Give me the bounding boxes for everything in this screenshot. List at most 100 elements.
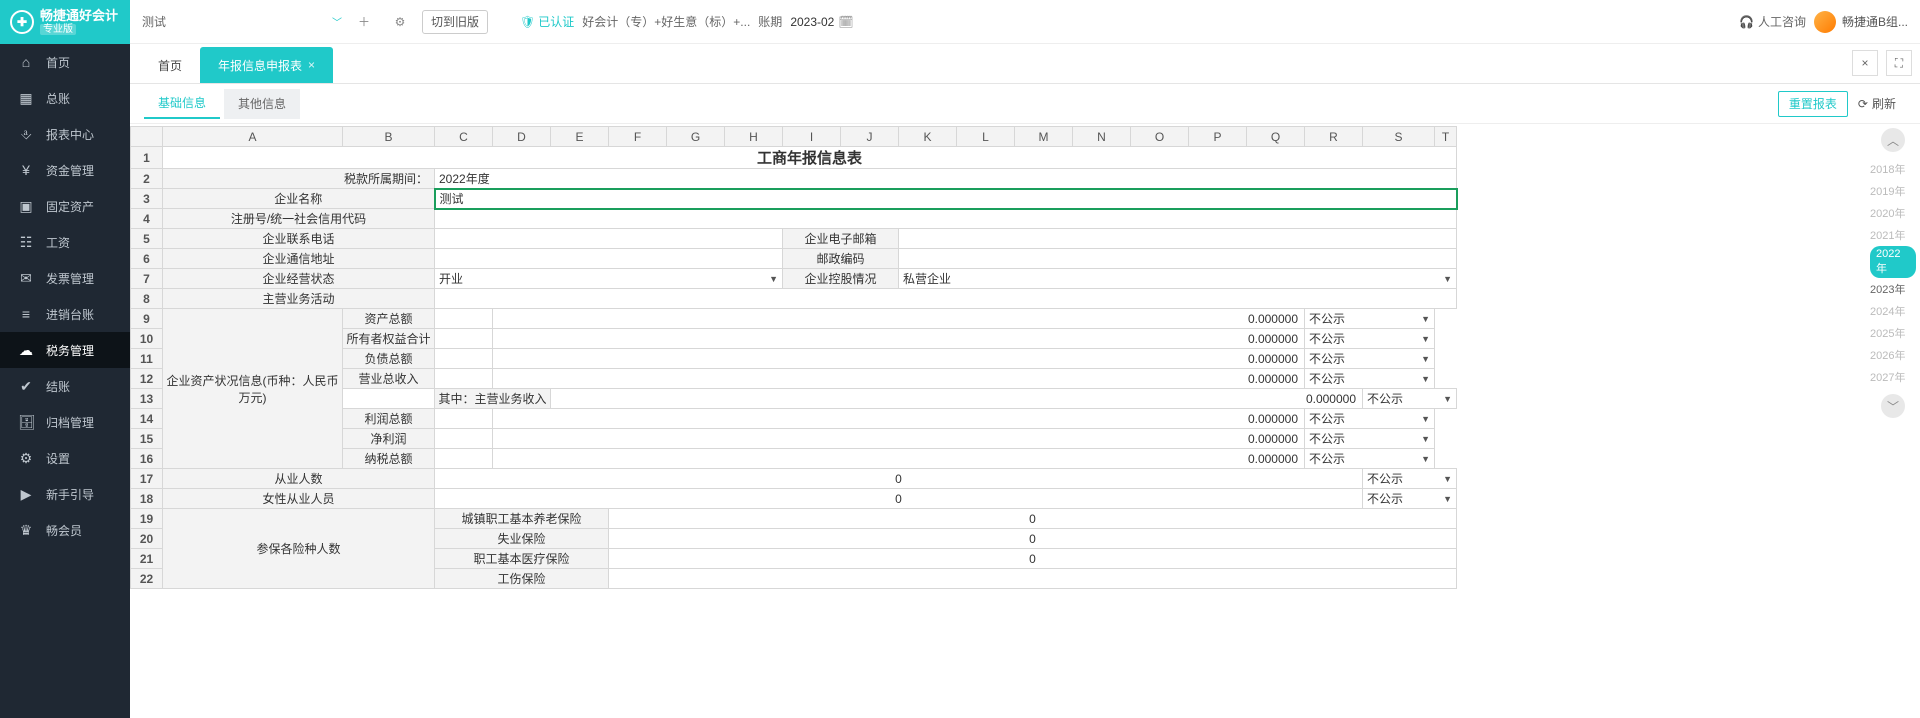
row-19[interactable]: 19 xyxy=(131,509,163,529)
col-F[interactable]: F xyxy=(609,127,667,147)
col-R[interactable]: R xyxy=(1305,127,1363,147)
dropdown-cell[interactable]: 不公示▼ xyxy=(1305,450,1434,467)
row-11[interactable]: 11 xyxy=(131,349,163,369)
nav-归档管理[interactable]: 🗄归档管理 xyxy=(0,404,130,440)
row-7[interactable]: 7 xyxy=(131,269,163,289)
year-2020年[interactable]: 2020年 xyxy=(1870,202,1916,224)
nav-结账[interactable]: ✔结账 xyxy=(0,368,130,404)
col-N[interactable]: N xyxy=(1073,127,1131,147)
fullscreen-button[interactable]: ⛶ xyxy=(1886,50,1912,76)
nav-新手引导[interactable]: ▶新手引导 xyxy=(0,476,130,512)
dropdown-cell[interactable]: 不公示▼ xyxy=(1363,490,1456,507)
row-10[interactable]: 10 xyxy=(131,329,163,349)
dropdown-cell[interactable]: 不公示▼ xyxy=(1305,350,1434,367)
row-14[interactable]: 14 xyxy=(131,409,163,429)
row-6[interactable]: 6 xyxy=(131,249,163,269)
col-E[interactable]: E xyxy=(551,127,609,147)
close-all-tabs-button[interactable]: × xyxy=(1852,50,1878,76)
dropdown-cell[interactable]: 私营企业▼ xyxy=(899,270,1456,287)
col-S[interactable]: S xyxy=(1363,127,1435,147)
row-16[interactable]: 16 xyxy=(131,449,163,469)
select-all-cell[interactable] xyxy=(131,127,163,147)
support-link[interactable]: 🎧 人工咨询 xyxy=(1739,13,1806,30)
col-D[interactable]: D xyxy=(493,127,551,147)
tab-home[interactable]: 首页 xyxy=(140,47,200,83)
col-O[interactable]: O xyxy=(1131,127,1189,147)
row-21[interactable]: 21 xyxy=(131,549,163,569)
dropdown-cell[interactable]: 不公示▼ xyxy=(1305,430,1434,447)
add-org-button[interactable]: ＋ xyxy=(350,8,378,36)
year-2024年[interactable]: 2024年 xyxy=(1870,300,1916,322)
col-I[interactable]: I xyxy=(783,127,841,147)
row-1[interactable]: 1 xyxy=(131,147,163,169)
dropdown-cell[interactable]: 开业▼ xyxy=(435,270,782,287)
row-15[interactable]: 15 xyxy=(131,429,163,449)
nav-发票管理[interactable]: ✉发票管理 xyxy=(0,260,130,296)
row-3[interactable]: 3 xyxy=(131,189,163,209)
col-G[interactable]: G xyxy=(667,127,725,147)
nav-label: 总账 xyxy=(46,90,70,107)
nav-税务管理[interactable]: ☁税务管理 xyxy=(0,332,130,368)
year-2021年[interactable]: 2021年 xyxy=(1870,224,1916,246)
dropdown-cell[interactable]: 不公示▼ xyxy=(1363,470,1456,487)
year-2027年[interactable]: 2027年 xyxy=(1870,366,1916,388)
year-2022年[interactable]: 2022年 xyxy=(1870,246,1916,278)
user-menu[interactable]: 畅捷通B组... xyxy=(1814,11,1908,33)
dropdown-cell[interactable]: 不公示▼ xyxy=(1305,310,1434,327)
row-2[interactable]: 2 xyxy=(131,169,163,189)
row-9[interactable]: 9 xyxy=(131,309,163,329)
org-selector[interactable]: 测试 ﹀ xyxy=(142,8,342,36)
row-18[interactable]: 18 xyxy=(131,489,163,509)
col-L[interactable]: L xyxy=(957,127,1015,147)
tab-annual-report[interactable]: 年报信息申报表 × xyxy=(200,47,333,83)
col-A[interactable]: A xyxy=(163,127,343,147)
row-5[interactable]: 5 xyxy=(131,229,163,249)
dropdown-cell[interactable]: 不公示▼ xyxy=(1305,370,1434,387)
nav-固定资产[interactable]: ▣固定资产 xyxy=(0,188,130,224)
row-4[interactable]: 4 xyxy=(131,209,163,229)
reset-report-button[interactable]: 重置报表 xyxy=(1778,91,1848,117)
close-icon[interactable]: × xyxy=(308,58,315,72)
subtab-other[interactable]: 其他信息 xyxy=(224,89,300,119)
col-Q[interactable]: Q xyxy=(1247,127,1305,147)
row-12[interactable]: 12 xyxy=(131,369,163,389)
refresh-button[interactable]: ⟳刷新 xyxy=(1848,91,1906,117)
spreadsheet[interactable]: ABCDEFGHIJKLMNOPQRST1工商年报信息表2税款所属期间：2022… xyxy=(130,124,1920,718)
year-down-button[interactable]: ﹀ xyxy=(1881,394,1905,418)
year-2026年[interactable]: 2026年 xyxy=(1870,344,1916,366)
nav-工资[interactable]: ☷工资 xyxy=(0,224,130,260)
dropdown-cell[interactable]: 不公示▼ xyxy=(1305,330,1434,347)
switch-old-button[interactable]: 切到旧版 xyxy=(422,10,488,34)
row-22[interactable]: 22 xyxy=(131,569,163,589)
nav-资金管理[interactable]: ¥资金管理 xyxy=(0,152,130,188)
row-17[interactable]: 17 xyxy=(131,469,163,489)
dropdown-cell[interactable]: 不公示▼ xyxy=(1363,390,1456,407)
col-P[interactable]: P xyxy=(1189,127,1247,147)
subtab-basic[interactable]: 基础信息 xyxy=(144,89,220,119)
year-2018年[interactable]: 2018年 xyxy=(1870,158,1916,180)
row-13[interactable]: 13 xyxy=(131,389,163,409)
year-2025年[interactable]: 2025年 xyxy=(1870,322,1916,344)
nav-首页[interactable]: ⌂首页 xyxy=(0,44,130,80)
col-H[interactable]: H xyxy=(725,127,783,147)
nav-设置[interactable]: ⚙设置 xyxy=(0,440,130,476)
year-up-button[interactable]: ︿ xyxy=(1881,128,1905,152)
cell-company-name[interactable]: 测试 xyxy=(435,189,1457,209)
row-8[interactable]: 8 xyxy=(131,289,163,309)
col-M[interactable]: M xyxy=(1015,127,1073,147)
nav-总账[interactable]: ▦总账 xyxy=(0,80,130,116)
nav-畅会员[interactable]: ♛畅会员 xyxy=(0,512,130,548)
year-2019年[interactable]: 2019年 xyxy=(1870,180,1916,202)
year-2023年[interactable]: 2023年 xyxy=(1870,278,1916,300)
row-20[interactable]: 20 xyxy=(131,529,163,549)
col-C[interactable]: C xyxy=(435,127,493,147)
col-T[interactable]: T xyxy=(1435,127,1457,147)
col-K[interactable]: K xyxy=(899,127,957,147)
nav-进销台账[interactable]: ≡进销台账 xyxy=(0,296,130,332)
period-selector[interactable]: 2023-02 🗓 xyxy=(790,15,853,29)
col-J[interactable]: J xyxy=(841,127,899,147)
col-B[interactable]: B xyxy=(343,127,435,147)
dropdown-cell[interactable]: 不公示▼ xyxy=(1305,410,1434,427)
org-settings-button[interactable]: ⚙ xyxy=(386,8,414,36)
nav-报表中心[interactable]: ⎀报表中心 xyxy=(0,116,130,152)
